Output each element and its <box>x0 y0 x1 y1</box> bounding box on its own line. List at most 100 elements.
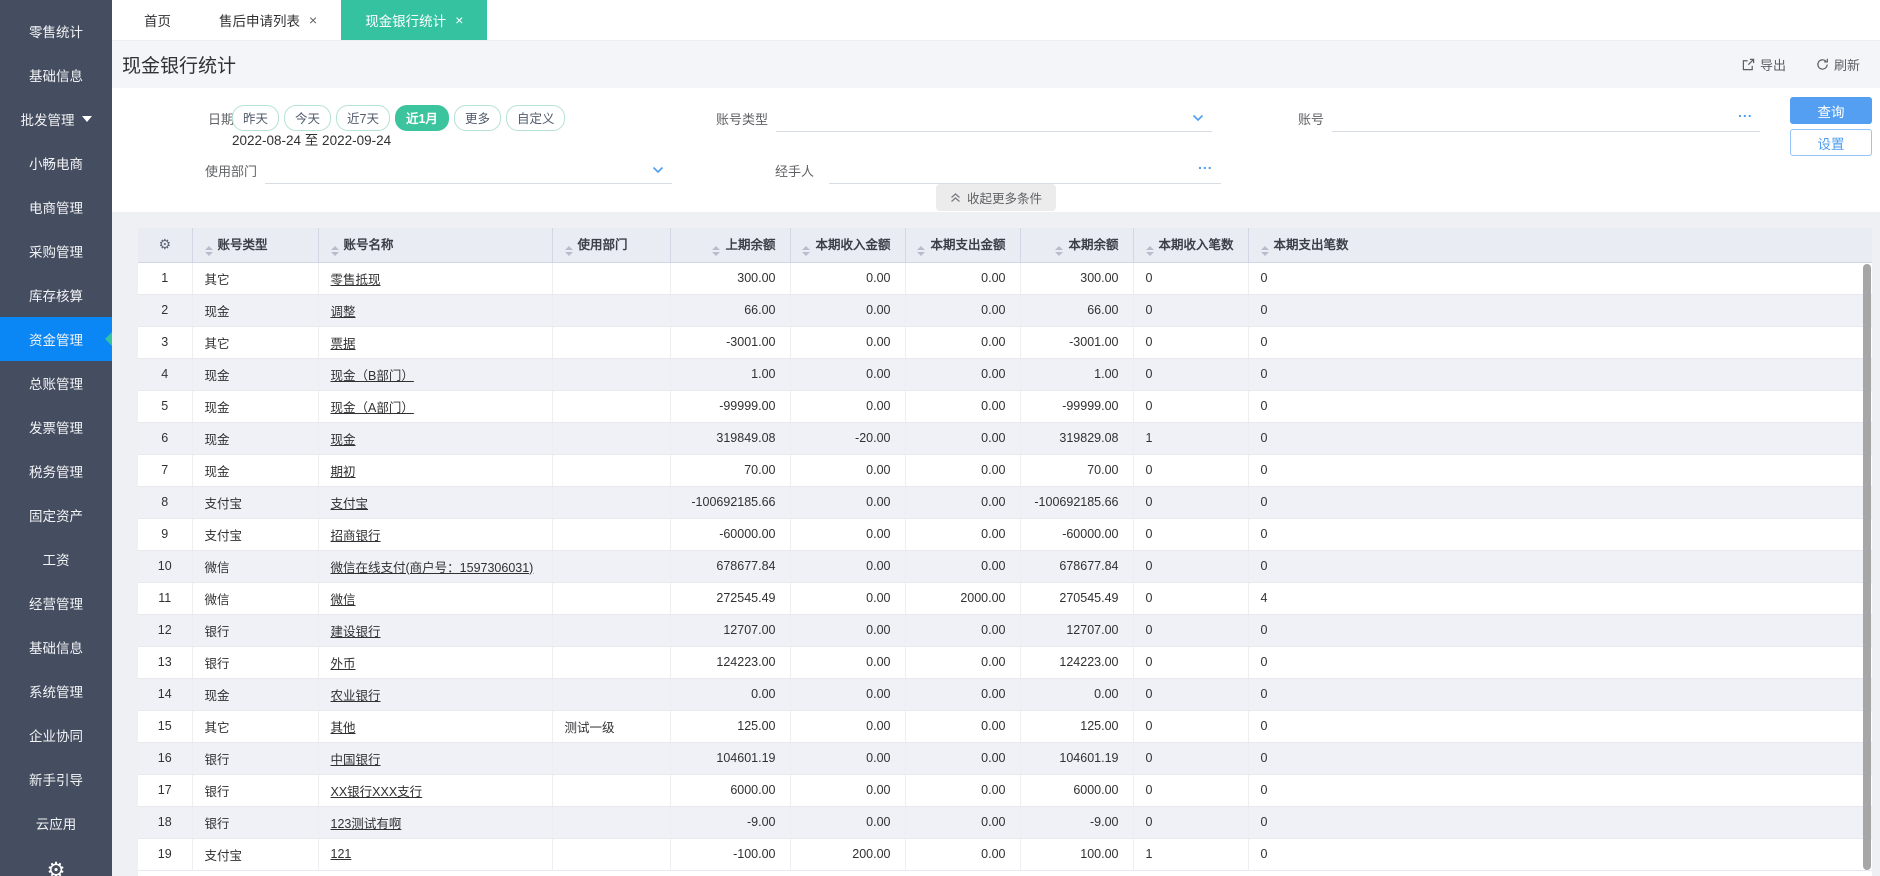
account-name-link[interactable]: 期初 <box>331 465 356 479</box>
row-number: 5 <box>138 390 193 423</box>
handler-input[interactable] <box>829 162 1221 184</box>
date-range-value[interactable]: 2022-08-24 至 2022-09-24 <box>232 129 391 149</box>
account-name-link[interactable]: 123测试有啊 <box>331 817 402 831</box>
sidebar-item-批发管理[interactable]: 批发管理 <box>0 97 112 141</box>
account-name-link[interactable]: 招商银行 <box>331 529 381 543</box>
column-header-label: 账号名称 <box>343 237 394 252</box>
tab-售后申请列表[interactable]: 售后申请列表 × <box>195 0 341 40</box>
sidebar-item-工资[interactable]: 工资 <box>0 537 112 581</box>
sidebar-item-库存核算[interactable]: 库存核算 <box>0 273 112 317</box>
column-header-本期支出笔数[interactable]: 本期支出笔数 <box>1248 228 1872 263</box>
account-name-link[interactable]: 农业银行 <box>331 689 381 703</box>
account-more-icon[interactable]: ... <box>1738 104 1753 120</box>
refresh-icon <box>1817 58 1828 70</box>
date-pill-更多[interactable]: 更多 <box>453 105 501 131</box>
close-icon[interactable]: × <box>455 12 463 28</box>
column-header-账号名称[interactable]: 账号名称 <box>318 228 553 263</box>
tab-现金银行统计[interactable]: 现金银行统计 × <box>341 0 488 40</box>
account-name-link[interactable]: 中国银行 <box>331 753 381 767</box>
refresh-button[interactable]: 刷新 <box>1816 55 1860 74</box>
column-header-label: 本期收入金额 <box>815 237 891 252</box>
account-name-link[interactable]: 121 <box>331 847 352 861</box>
sort-icon <box>1145 245 1154 256</box>
date-pill-近7天[interactable]: 近7天 <box>336 105 390 131</box>
sort-icon <box>204 245 213 256</box>
cell-本期支出笔数: 0 <box>1248 358 1872 391</box>
sidebar-item-label: 云应用 <box>35 817 77 832</box>
column-header-账号类型[interactable]: 账号类型 <box>192 228 319 263</box>
cell-本期余额: 0.00 <box>1020 678 1134 711</box>
cell-账号类型: 支付宝 <box>192 838 319 871</box>
tab-首页[interactable]: 首页 <box>120 0 195 40</box>
sidebar-item-资金管理[interactable]: 资金管理 <box>0 317 112 361</box>
query-button[interactable]: 查询 <box>1790 97 1872 124</box>
sidebar-item-总账管理[interactable]: 总账管理 <box>0 361 112 405</box>
sidebar-item-企业协同[interactable]: 企业协同 <box>0 713 112 757</box>
date-pill-今天[interactable]: 今天 <box>284 105 332 131</box>
collapse-filters-button[interactable]: 收起更多条件 <box>935 184 1057 211</box>
sidebar-item-小畅电商[interactable]: 小畅电商 <box>0 141 112 185</box>
sidebar-item-新手引导[interactable]: 新手引导 <box>0 757 112 801</box>
cell-使用部门 <box>552 262 671 295</box>
department-select[interactable] <box>265 162 672 184</box>
column-header-本期收入笔数[interactable]: 本期收入笔数 <box>1133 228 1249 263</box>
sidebar-item-云应用[interactable]: 云应用 <box>0 801 112 845</box>
sidebar-item-零售统计[interactable]: 零售统计 <box>0 9 112 53</box>
account-name-link[interactable]: 零售抵现 <box>331 273 381 287</box>
account-name-link[interactable]: 支付宝 <box>331 497 369 511</box>
cell-本期支出金额: 2000.00 <box>905 582 1021 615</box>
account-name-link[interactable]: 现金（A部门） <box>331 401 414 415</box>
column-header-本期收入金额[interactable]: 本期收入金额 <box>790 228 906 263</box>
sidebar-item-label: 库存核算 <box>29 289 83 304</box>
column-header-使用部门[interactable]: 使用部门 <box>552 228 671 263</box>
account-name-link[interactable]: 微信 <box>331 593 356 607</box>
account-name-link[interactable]: XX银行XXX支行 <box>331 785 423 799</box>
cell-本期余额: 125.00 <box>1020 710 1134 743</box>
handler-more-icon[interactable]: ... <box>1198 156 1213 172</box>
close-icon[interactable]: × <box>309 12 317 28</box>
cell-账号名称: 微信 <box>318 582 553 615</box>
account-name-link[interactable]: 外币 <box>331 657 356 671</box>
account-input[interactable] <box>1332 110 1760 132</box>
column-header-本期支出金额[interactable]: 本期支出金额 <box>905 228 1021 263</box>
account-name-link[interactable]: 其他 <box>331 721 356 735</box>
sidebar-item-电商管理[interactable]: 电商管理 <box>0 185 112 229</box>
account-name-link[interactable]: 现金（B部门） <box>331 369 414 383</box>
sidebar-item-label: 基础信息 <box>29 69 83 84</box>
date-pill-自定义[interactable]: 自定义 <box>505 105 566 131</box>
chevron-down-icon[interactable] <box>1192 111 1204 126</box>
sidebar-item-系统管理[interactable]: 系统管理 <box>0 669 112 713</box>
column-header-上期余额[interactable]: 上期余额 <box>670 228 791 263</box>
sidebar-item-发票管理[interactable]: 发票管理 <box>0 405 112 449</box>
sidebar-item-经营管理[interactable]: 经营管理 <box>0 581 112 625</box>
export-button[interactable]: 导出 <box>1742 55 1786 74</box>
account-name-link[interactable]: 微信在线支付(商户号：1597306031) <box>331 561 534 575</box>
cell-上期余额: -60000.00 <box>670 518 791 551</box>
vertical-scrollbar[interactable] <box>1863 264 1871 870</box>
sidebar-item-税务管理[interactable]: 税务管理 <box>0 449 112 493</box>
cell-本期支出金额: 0.00 <box>905 454 1021 487</box>
account-name-link[interactable]: 现金 <box>331 433 356 447</box>
sidebar-item-采购管理[interactable]: 采购管理 <box>0 229 112 273</box>
tab-label: 现金银行统计 <box>365 14 447 29</box>
account-name-link[interactable]: 调整 <box>331 305 356 319</box>
cell-账号名称: 现金 <box>318 422 553 455</box>
sidebar-item-label: 固定资产 <box>29 509 83 524</box>
cell-账号类型: 现金 <box>192 294 319 327</box>
account-type-select[interactable] <box>776 110 1212 132</box>
sidebar-item-固定资产[interactable]: 固定资产 <box>0 493 112 537</box>
table-row: 1 其它 零售抵现 300.00 0.00 0.00 300.00 0 0 <box>138 262 1872 295</box>
sidebar-item-基础信息[interactable]: 基础信息 <box>0 625 112 669</box>
settings-button[interactable]: 设置 <box>1790 129 1872 156</box>
sidebar-item-基础信息[interactable]: 基础信息 <box>0 53 112 97</box>
sort-up-icon <box>564 245 573 250</box>
column-header-本期余额[interactable]: 本期余额 <box>1020 228 1134 263</box>
date-pill-昨天[interactable]: 昨天 <box>232 105 280 131</box>
cell-本期余额: 70.00 <box>1020 454 1134 487</box>
account-name-link[interactable]: 票据 <box>331 337 356 351</box>
date-pill-近1月[interactable]: 近1月 <box>394 105 449 131</box>
table-settings-gear-icon[interactable]: ⚙ <box>138 228 193 263</box>
sidebar-gear-icon[interactable]: ⚙ <box>0 858 112 876</box>
account-name-link[interactable]: 建设银行 <box>331 625 381 639</box>
chevron-down-icon[interactable] <box>652 163 664 178</box>
